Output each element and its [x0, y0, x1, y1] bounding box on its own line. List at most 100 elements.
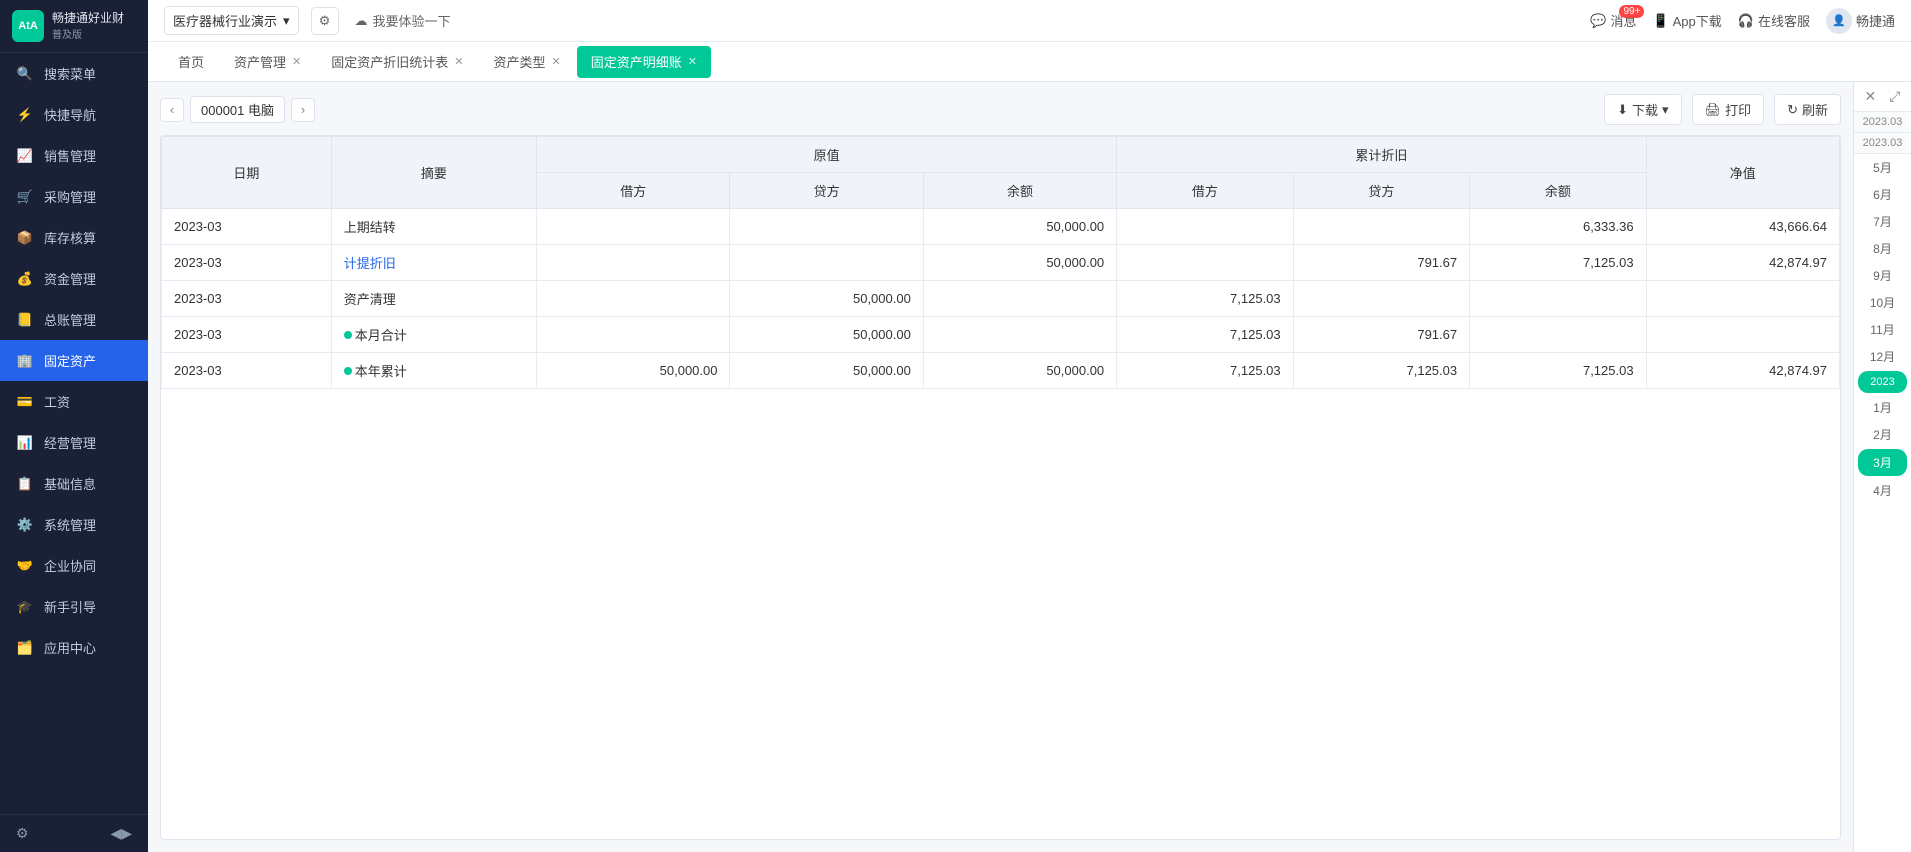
- asset-navigator: ‹ 000001 电脑 ›: [160, 96, 315, 123]
- table-row: 2023-03 本年累计 50,000.00 50,000.00 50,000.…: [162, 353, 1840, 389]
- cell-orig-balance: 50,000.00: [923, 209, 1116, 245]
- system-icon: ⚙️: [16, 516, 34, 534]
- message-btn[interactable]: 💬 消息 99+: [1590, 11, 1636, 30]
- print-btn[interactable]: 🖨 打印: [1692, 94, 1765, 125]
- cell-orig-balance: [923, 281, 1116, 317]
- download-btn[interactable]: ⬇ 下载 ▾: [1604, 94, 1681, 125]
- sidebar-item-basic[interactable]: 📋 基础信息: [0, 463, 148, 504]
- message-badge: 99+: [1619, 5, 1644, 18]
- timeline-month-4月[interactable]: 4月: [1854, 477, 1911, 504]
- tab-label-detail: 固定资产明细账: [591, 52, 682, 71]
- tab-close-assets[interactable]: ✕: [292, 55, 301, 68]
- col-date-header: 日期: [162, 137, 332, 209]
- timeline-close-btn[interactable]: ✕: [1865, 88, 1877, 105]
- sidebar-label-sales: 销售管理: [44, 146, 96, 165]
- app-logo-icon: AtA: [12, 10, 44, 42]
- fixed-icon: 🏢: [16, 352, 34, 370]
- green-dot-icon: [344, 367, 352, 375]
- cell-summary: 计提折旧: [331, 245, 536, 281]
- salary-icon: 💳: [16, 393, 34, 411]
- print-icon: 🖨: [1705, 102, 1722, 118]
- phone-icon: 📱: [1652, 13, 1668, 29]
- sidebar-nav: 🔍 搜索菜单 ⚡ 快捷导航 📈 销售管理 🛒 采购管理 📦 库存核算 💰 资金管…: [0, 53, 148, 814]
- timeline-month[interactable]: 11月: [1854, 316, 1911, 343]
- online-service-btn[interactable]: 🎧 在线客服: [1738, 11, 1810, 30]
- sidebar-label-corp: 企业协同: [44, 556, 96, 575]
- cell-net: 42,874.97: [1646, 245, 1839, 281]
- col-original-header: 原值: [537, 137, 1117, 173]
- ops-icon: 📊: [16, 434, 34, 452]
- timeline-month[interactable]: 9月: [1854, 262, 1911, 289]
- summary-badge: 本年累计: [344, 361, 407, 380]
- user-area[interactable]: 👤 畅捷通: [1826, 8, 1895, 34]
- app-download-btn[interactable]: 📱 App下载: [1652, 11, 1721, 30]
- col-summary-header: 摘要: [331, 137, 536, 209]
- service-label: 在线客服: [1758, 11, 1810, 30]
- timeline-month-1月[interactable]: 1月: [1854, 394, 1911, 421]
- corp-icon: 🤝: [16, 557, 34, 575]
- sidebar-item-sales[interactable]: 📈 销售管理: [0, 135, 148, 176]
- table-row: 2023-03 本月合计 50,000.00 7,125.03 791.67: [162, 317, 1840, 353]
- tab-detail[interactable]: 固定资产明细账 ✕: [577, 46, 711, 78]
- topbar: 医疗器械行业演示 ▾ ⚙ ☁ 我要体验一下 💬 消息 99+ 📱 App下载 🎧…: [148, 0, 1911, 42]
- timeline-month-2月[interactable]: 2月: [1854, 421, 1911, 448]
- sidebar-label-capital: 资金管理: [44, 269, 96, 288]
- topbar-settings-btn[interactable]: ⚙: [311, 7, 339, 35]
- capital-icon: 💰: [16, 270, 34, 288]
- trial-label: 我要体验一下: [373, 11, 451, 30]
- col-net-header: 净值: [1646, 137, 1839, 209]
- tab-depreciation[interactable]: 固定资产折旧统计表✕: [317, 46, 477, 78]
- sidebar-label-purchase: 采购管理: [44, 187, 96, 206]
- tab-close-asset_type[interactable]: ✕: [552, 55, 561, 68]
- tab-home[interactable]: 首页: [164, 46, 218, 78]
- collapse-icon[interactable]: ◀▶: [110, 825, 132, 842]
- timeline-months: 5月6月7月8月9月10月11月12月20231月2月3月4月: [1854, 154, 1911, 504]
- timeline-month[interactable]: 10月: [1854, 289, 1911, 316]
- cell-accum-credit: [1293, 209, 1469, 245]
- sidebar-item-capital[interactable]: 💰 资金管理: [0, 258, 148, 299]
- sidebar-item-guide[interactable]: 🎓 新手引导: [0, 586, 148, 627]
- tab-assets[interactable]: 资产管理✕: [220, 46, 315, 78]
- sidebar-item-search[interactable]: 🔍 搜索菜单: [0, 53, 148, 94]
- sidebar-item-corp[interactable]: 🤝 企业协同: [0, 545, 148, 586]
- summary-link[interactable]: 计提折旧: [344, 256, 396, 271]
- sidebar-item-purchase[interactable]: 🛒 采购管理: [0, 176, 148, 217]
- toolbar-right: ⬇ 下载 ▾ 🖨 打印 ↻ 刷新: [1604, 94, 1841, 125]
- print-label: 打印: [1725, 100, 1751, 119]
- sidebar-item-quicknav[interactable]: ⚡ 快捷导航: [0, 94, 148, 135]
- sidebar-item-fixed[interactable]: 🏢 固定资产: [0, 340, 148, 381]
- sidebar-item-inventory[interactable]: 📦 库存核算: [0, 217, 148, 258]
- sidebar: AtA 畅捷通好业财 普及版 🔍 搜索菜单 ⚡ 快捷导航 📈 销售管理 🛒 采购…: [0, 0, 148, 852]
- sidebar-item-apps[interactable]: 🗂️ 应用中心: [0, 627, 148, 668]
- cell-accum-debit: 7,125.03: [1117, 281, 1293, 317]
- settings-icon[interactable]: ⚙: [16, 825, 29, 842]
- username: 畅捷通: [1856, 11, 1895, 30]
- download-chevron: ▾: [1662, 102, 1669, 118]
- app-name: 畅捷通好业财: [52, 11, 124, 27]
- main-area: 医疗器械行业演示 ▾ ⚙ ☁ 我要体验一下 💬 消息 99+ 📱 App下载 🎧…: [148, 0, 1911, 852]
- tab-close-detail[interactable]: ✕: [688, 55, 697, 68]
- refresh-icon: ↻: [1787, 102, 1798, 118]
- cell-accum-credit: 791.67: [1293, 245, 1469, 281]
- refresh-btn[interactable]: ↻ 刷新: [1774, 94, 1841, 125]
- timeline-expand-btn[interactable]: ⤢: [1889, 88, 1900, 105]
- search-icon: 🔍: [16, 65, 34, 83]
- prev-asset-btn[interactable]: ‹: [160, 98, 184, 122]
- timeline-month[interactable]: 5月: [1854, 154, 1911, 181]
- sidebar-item-system[interactable]: ⚙️ 系统管理: [0, 504, 148, 545]
- timeline-month[interactable]: 8月: [1854, 235, 1911, 262]
- sidebar-item-salary[interactable]: 💳 工资: [0, 381, 148, 422]
- timeline-month-3月[interactable]: 3月: [1858, 449, 1907, 476]
- timeline-month[interactable]: 6月: [1854, 181, 1911, 208]
- next-asset-btn[interactable]: ›: [291, 98, 315, 122]
- sidebar-item-ledger[interactable]: 📒 总账管理: [0, 299, 148, 340]
- tab-close-depreciation[interactable]: ✕: [454, 55, 463, 68]
- table-row: 2023-03 资产清理 50,000.00 7,125.03: [162, 281, 1840, 317]
- timeline-month[interactable]: 7月: [1854, 208, 1911, 235]
- sidebar-item-ops[interactable]: 📊 经营管理: [0, 422, 148, 463]
- company-selector[interactable]: 医疗器械行业演示 ▾: [164, 6, 299, 35]
- timeline-month[interactable]: 12月: [1854, 343, 1911, 370]
- trial-btn[interactable]: ☁ 我要体验一下: [355, 11, 451, 30]
- cell-date: 2023-03: [162, 209, 332, 245]
- tab-asset_type[interactable]: 资产类型✕: [479, 46, 574, 78]
